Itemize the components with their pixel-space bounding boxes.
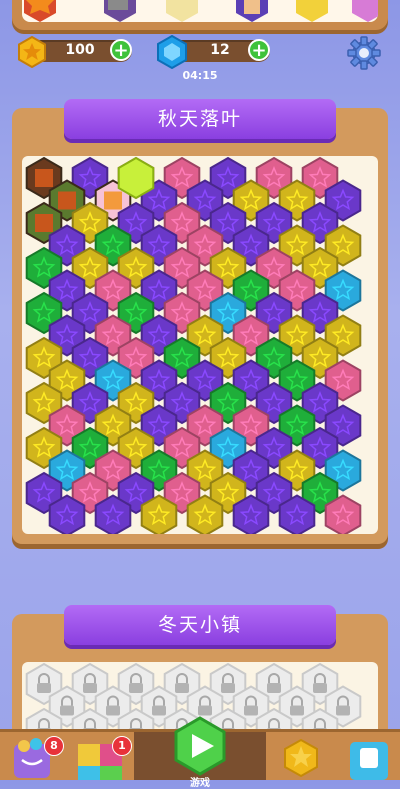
previous-board-tiles-art <box>24 0 378 22</box>
bottom-nav: 8 1 游戏 <box>0 716 400 789</box>
star-badge-icon <box>284 738 318 778</box>
star-coin-icon <box>16 35 48 72</box>
add-coins-button[interactable]: + <box>110 39 132 61</box>
paint-badge: 8 <box>44 736 64 756</box>
nav-tab-play[interactable]: 游戏 <box>134 716 266 789</box>
hex-puzzle-grid[interactable] <box>22 156 378 534</box>
board-autumn-canvas <box>22 156 378 534</box>
photo-album-icon <box>350 742 388 780</box>
puzzle-badge: 1 <box>112 736 132 756</box>
add-gems-button[interactable]: + <box>248 39 270 61</box>
nav-tab-collection[interactable] <box>268 732 334 780</box>
play-icon <box>174 716 226 776</box>
play-label: 游戏 <box>190 778 210 789</box>
hex-tile-highlight[interactable] <box>117 156 155 200</box>
nav-tab-paint[interactable]: 8 <box>0 732 66 780</box>
board-winter-title: 冬天小镇 <box>64 605 336 645</box>
nav-tab-album[interactable] <box>336 732 400 780</box>
previous-board-shelf <box>12 0 388 30</box>
board-autumn-title: 秋天落叶 <box>64 99 336 139</box>
coin-count: 100 <box>65 42 95 58</box>
nav-tab-puzzle[interactable]: 1 <box>68 732 134 780</box>
gem-icon <box>155 34 189 73</box>
previous-board-tiles <box>22 0 378 22</box>
board-autumn[interactable] <box>12 108 388 544</box>
gem-count: 12 <box>210 42 230 58</box>
countdown-timer: 04:15 <box>182 69 218 82</box>
